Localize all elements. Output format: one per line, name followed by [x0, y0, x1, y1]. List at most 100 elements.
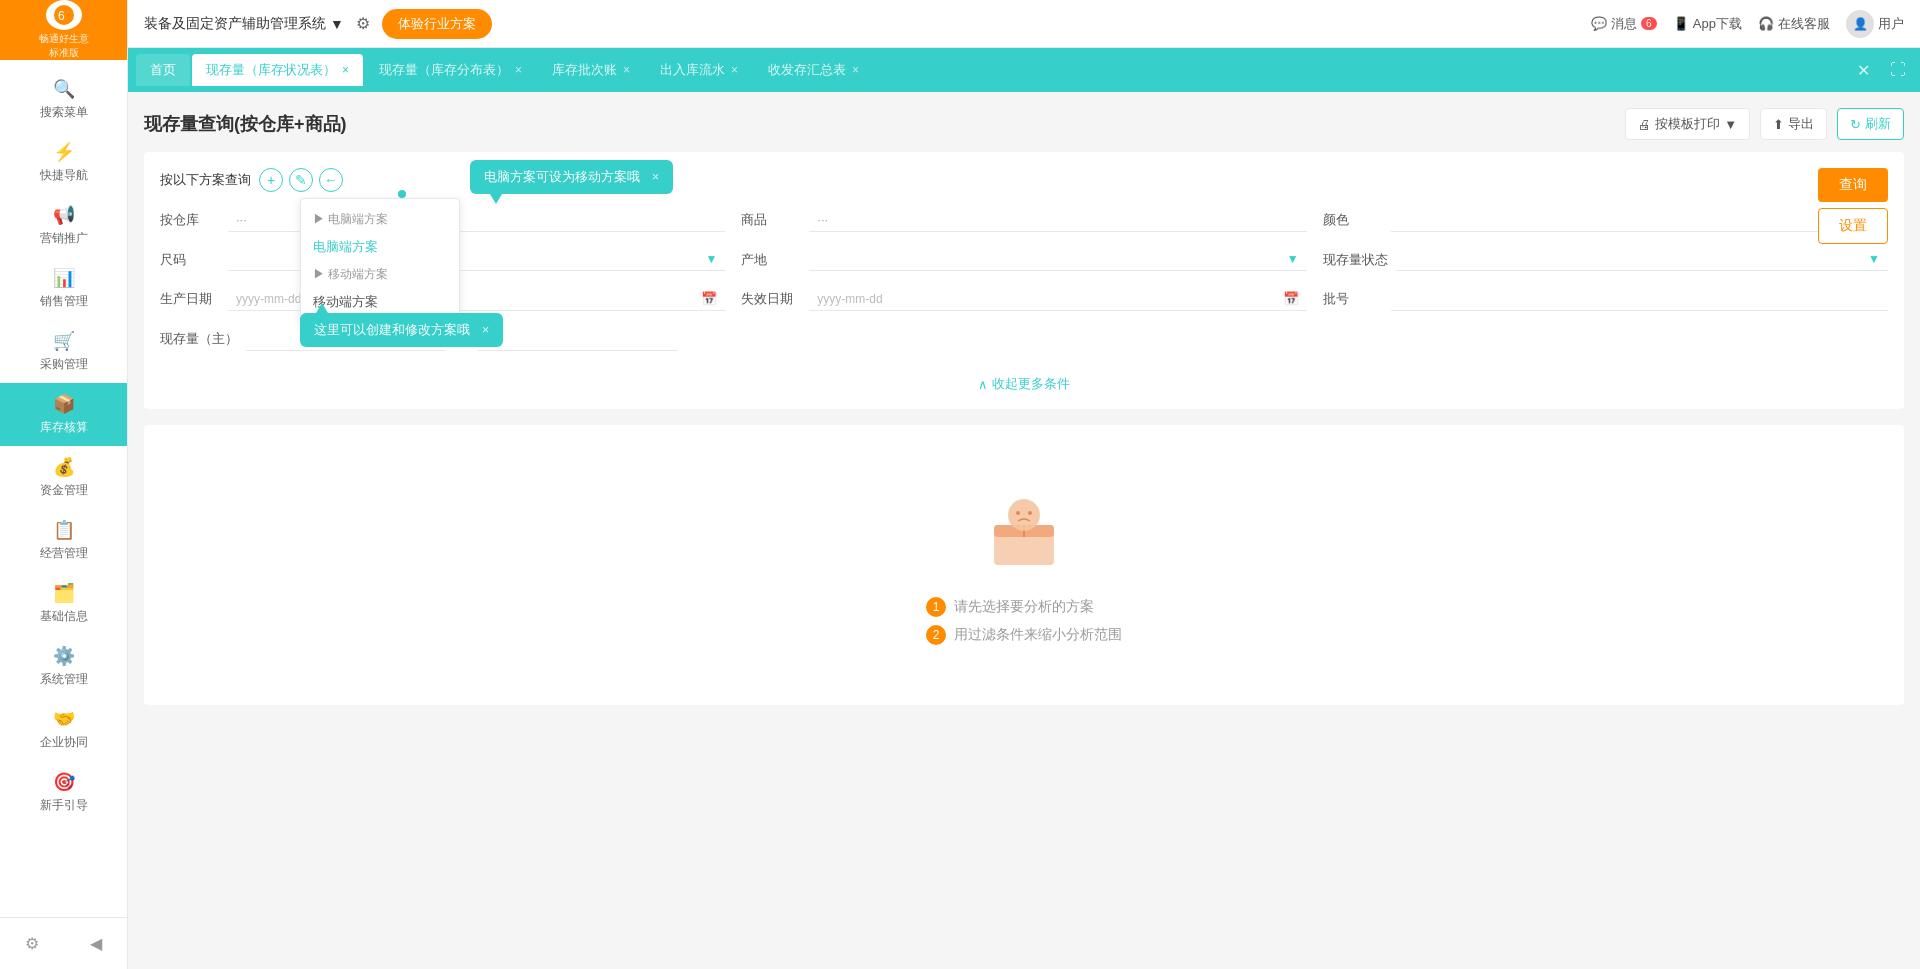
system-title-select[interactable]: 装备及固定资产辅助管理系统 ▼ — [144, 15, 344, 33]
settings-icon[interactable]: ⚙ — [356, 14, 370, 33]
sidebar-item-sales[interactable]: 📊 销售管理 — [0, 257, 127, 320]
stock-qty-to[interactable] — [478, 327, 678, 351]
expire-date-label: 失效日期 — [741, 290, 801, 308]
tab-home[interactable]: 首页 — [136, 54, 190, 86]
logo-icon: 6 — [46, 0, 82, 30]
refresh-btn[interactable]: ↻ 刷新 — [1837, 108, 1904, 140]
sidebar-item-system[interactable]: ⚙️ 系统管理 — [0, 635, 127, 698]
stock-state-select[interactable]: ▼ — [1396, 248, 1888, 271]
trial-button[interactable]: 体验行业方案 — [382, 9, 492, 39]
sidebar: 6 畅通好生意 标准版 🔍 搜索菜单 ⚡ 快捷导航 📢 营销推广 📊 销售管理 … — [0, 0, 128, 969]
scheme-item-desktop[interactable]: 电脑端方案 — [301, 232, 459, 262]
size-chevron-icon: ▼ — [705, 252, 717, 266]
tooltip-1-close[interactable]: × — [652, 169, 660, 184]
filter-field-expire-date: 失效日期 yyyy-mm-dd 📅 — [741, 287, 1306, 311]
close-all-tabs-icon[interactable]: ✕ — [1851, 57, 1876, 84]
sidebar-item-finance[interactable]: 💰 资金管理 — [0, 446, 127, 509]
tab-bar-actions: ✕ ⛶ — [1851, 57, 1912, 84]
tab-inout-flow[interactable]: 出入库流水 × — [646, 54, 752, 86]
user-menu[interactable]: 👤 用户 — [1846, 10, 1904, 38]
brand-tag: 标准版 — [49, 46, 79, 60]
batch-input[interactable] — [1391, 287, 1888, 311]
app-download-btn[interactable]: 📱 App下载 — [1673, 15, 1742, 33]
sidebar-label-quick-nav: 快捷导航 — [40, 167, 88, 184]
tooltip-2-text: 这里可以创建和修改方案哦 — [314, 322, 470, 337]
tab-batch-ledger-label: 库存批次账 — [552, 61, 617, 79]
scheme-desktop-label: 电脑端方案 — [313, 238, 378, 256]
filter-panel: 按以下方案查询 + ✎ ← 电脑方案可设为移动方案哦 × ▶ 电脑端方案 电脑端… — [144, 152, 1904, 409]
dot-indicator — [398, 190, 406, 198]
origin-select[interactable]: ▼ — [809, 248, 1306, 271]
left-arrow-btn[interactable]: ← — [319, 168, 343, 192]
filter-field-batch: 批号 — [1323, 287, 1888, 311]
collapse-sidebar-btn[interactable]: ◀ — [82, 930, 110, 957]
page-actions: 🖨 按模板打印 ▼ ⬆ 导出 ↻ 刷新 — [1625, 108, 1904, 140]
lightning-icon: ⚡ — [53, 141, 75, 163]
color-select[interactable]: ▼ — [1391, 209, 1888, 232]
expire-date-range: yyyy-mm-dd 📅 — [809, 287, 1306, 311]
sidebar-item-purchase[interactable]: 🛒 采购管理 — [0, 320, 127, 383]
desktop-scheme-title: ▶ 电脑端方案 — [301, 207, 459, 232]
expire-calendar-icon: 📅 — [1283, 291, 1299, 306]
system-title-text: 装备及固定资产辅助管理系统 — [144, 15, 326, 33]
tab-recv-summary[interactable]: 收发存汇总表 × — [754, 54, 873, 86]
calendar-icon: 📅 — [701, 291, 717, 306]
tab-inventory-dist[interactable]: 现存量（库存分布表） × — [365, 54, 536, 86]
tab-batch-ledger[interactable]: 库存批次账 × — [538, 54, 644, 86]
tooltip-1-text: 电脑方案可设为移动方案哦 — [484, 169, 640, 184]
sidebar-label-basic: 基础信息 — [40, 608, 88, 625]
sidebar-item-inventory[interactable]: 📦 库存核算 — [0, 383, 127, 446]
filter-field-stock-state: 现存量状态 ▼ — [1323, 248, 1888, 271]
tab-close-inventory-dist[interactable]: × — [515, 63, 522, 77]
sidebar-label-finance: 资金管理 — [40, 482, 88, 499]
sidebar-logo: 6 畅通好生意 标准版 — [0, 0, 127, 60]
sidebar-label-system: 系统管理 — [40, 671, 88, 688]
add-scheme-btn[interactable]: + — [259, 168, 283, 192]
avatar: 👤 — [1846, 10, 1874, 38]
tip-text-2: 用过滤条件来缩小分析范围 — [954, 626, 1122, 644]
tab-recv-summary-label: 收发存汇总表 — [768, 61, 846, 79]
tab-inventory-status[interactable]: 现存量（库存状况表） × — [192, 54, 363, 86]
export-btn[interactable]: ⬆ 导出 — [1760, 108, 1827, 140]
notifications-btn[interactable]: 💬 消息 6 — [1591, 15, 1657, 33]
expand-icon[interactable]: ⛶ — [1884, 57, 1912, 84]
svg-point-6 — [1016, 511, 1020, 515]
tooltip-2-close[interactable]: × — [482, 322, 490, 337]
settings-footer-icon[interactable]: ⚙ — [17, 930, 47, 957]
goods-input[interactable]: ··· — [809, 208, 1306, 232]
sidebar-item-guide[interactable]: 🎯 新手引导 — [0, 761, 127, 824]
brand-name: 畅通好生意 — [39, 32, 89, 46]
goods-label: 商品 — [741, 211, 801, 229]
print-template-btn[interactable]: 🖨 按模板打印 ▼ — [1625, 108, 1750, 140]
empty-tip-2: 2 用过滤条件来缩小分析范围 — [926, 625, 1122, 645]
origin-label: 产地 — [741, 251, 801, 269]
collapse-more-btn[interactable]: ∧ 收起更多条件 — [978, 375, 1070, 393]
headset-icon: 🎧 — [1758, 16, 1774, 31]
sidebar-item-operations[interactable]: 📋 经营管理 — [0, 509, 127, 572]
main-content: 装备及固定资产辅助管理系统 ▼ ⚙ 体验行业方案 💬 消息 6 📱 App下载 … — [128, 0, 1920, 969]
svg-text:6: 6 — [58, 9, 65, 23]
tip-text-1: 请先选择要分析的方案 — [954, 598, 1094, 616]
inventory-icon: 📦 — [53, 393, 75, 415]
sidebar-item-search[interactable]: 🔍 搜索菜单 — [0, 68, 127, 131]
size-label: 尺码 — [160, 251, 220, 269]
search-button[interactable]: 查询 — [1818, 168, 1888, 202]
sidebar-item-enterprise[interactable]: 🤝 企业协同 — [0, 698, 127, 761]
online-support-btn[interactable]: 🎧 在线客服 — [1758, 15, 1830, 33]
tab-close-inventory-status[interactable]: × — [342, 63, 349, 77]
tab-close-batch-ledger[interactable]: × — [623, 63, 630, 77]
edit-scheme-btn[interactable]: ✎ — [289, 168, 313, 192]
sidebar-label-sales: 销售管理 — [40, 293, 88, 310]
sidebar-item-marketing[interactable]: 📢 营销推广 — [0, 194, 127, 257]
sidebar-item-basic[interactable]: 🗂️ 基础信息 — [0, 572, 127, 635]
sidebar-label-guide: 新手引导 — [40, 797, 88, 814]
expire-date-from[interactable]: yyyy-mm-dd 📅 — [809, 287, 1306, 311]
batch-label: 批号 — [1323, 290, 1383, 308]
sidebar-item-quick-nav[interactable]: ⚡ 快捷导航 — [0, 131, 127, 194]
page-title: 现存量查询(按仓库+商品) — [144, 112, 347, 136]
tab-close-recv-summary[interactable]: × — [852, 63, 859, 77]
message-icon: 💬 — [1591, 16, 1607, 31]
sidebar-label-search: 搜索菜单 — [40, 104, 88, 121]
tab-close-inout-flow[interactable]: × — [731, 63, 738, 77]
reset-button[interactable]: 设置 — [1818, 208, 1888, 244]
